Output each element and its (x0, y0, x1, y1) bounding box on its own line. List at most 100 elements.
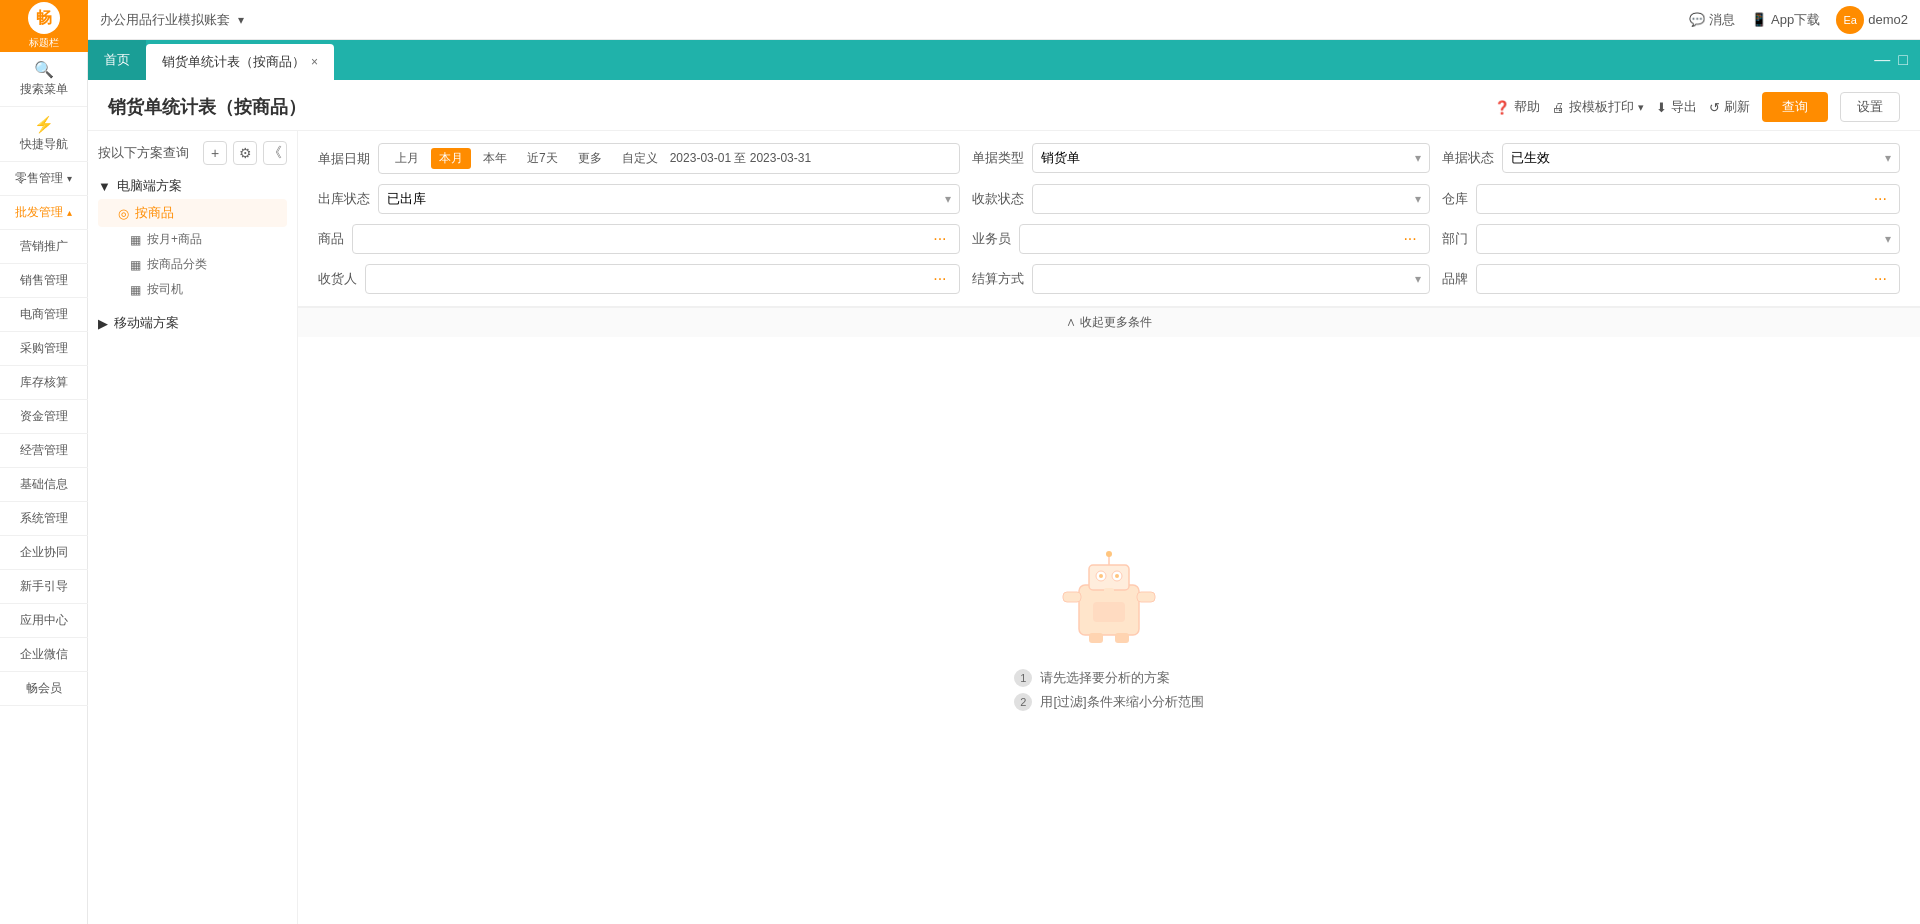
payment-field: 结算方式 ▾ (972, 264, 1430, 294)
doc-status-select[interactable]: 已生效 ▾ (1502, 143, 1900, 173)
warehouse-input[interactable]: ··· (1476, 184, 1900, 214)
edit-scheme-btn[interactable]: ⚙ (233, 141, 257, 165)
warehouse-ellipsis-btn[interactable]: ··· (1870, 190, 1891, 208)
table-icon-2: ▦ (130, 258, 141, 272)
help-btn[interactable]: ❓ 帮助 (1494, 98, 1540, 116)
receiver-input[interactable]: ··· (365, 264, 960, 294)
sidebar-item-inventory[interactable]: 库存核算 (0, 366, 88, 400)
doc-status-label: 单据状态 (1442, 149, 1494, 167)
date-picker[interactable]: 上月 本月 本年 近7天 更多 自定义 2023-03-01 至 2023-03… (378, 143, 960, 174)
collapse-bar[interactable]: ∧ 收起更多条件 (298, 307, 1920, 337)
tab-sales-stats[interactable]: 销货单统计表（按商品） × (146, 44, 334, 80)
sidebar-item-ecommerce[interactable]: 电商管理 (0, 298, 88, 332)
doc-type-select[interactable]: 销货单 ▾ (1032, 143, 1430, 173)
filter-subitem-month-product[interactable]: ▦ 按月+商品 (98, 227, 287, 252)
out-status-select[interactable]: 已出库 ▾ (378, 184, 960, 214)
date-tab-more[interactable]: 更多 (570, 148, 610, 169)
add-scheme-btn[interactable]: + (203, 141, 227, 165)
filter-section-mobile-header[interactable]: ▶ 移动端方案 (98, 310, 287, 336)
sidebar-item-wholesale[interactable]: 批发管理 ▴ (0, 196, 88, 230)
collapse-panel-btn[interactable]: 《 (263, 141, 287, 165)
logo-text: 标题栏 (29, 36, 59, 50)
warehouse-text-input[interactable] (1485, 192, 1870, 207)
topbar: 办公用品行业模拟账套 💬 消息 📱 App下载 Ea demo2 (88, 0, 1920, 40)
print-icon: 🖨 (1552, 100, 1565, 115)
product-text-input[interactable] (361, 232, 929, 247)
out-status-dropdown-icon: ▾ (945, 192, 951, 206)
sidebar-item-retail[interactable]: 零售管理 ▾ (0, 162, 88, 196)
payment-dropdown-icon: ▾ (1415, 272, 1421, 286)
sidebar-item-enterprise[interactable]: 企业协同 (0, 536, 88, 570)
salesperson-label: 业务员 (972, 230, 1011, 248)
date-tab-7days[interactable]: 近7天 (519, 148, 566, 169)
filter-panel: 按以下方案查询 + ⚙ 《 (88, 131, 298, 924)
brand-input[interactable]: ··· (1476, 264, 1900, 294)
out-status-field: 出库状态 已出库 ▾ (318, 184, 960, 214)
export-btn[interactable]: ⬇ 导出 (1656, 98, 1697, 116)
receiver-text-input[interactable] (374, 272, 929, 287)
salesperson-ellipsis-btn[interactable]: ··· (1399, 230, 1420, 248)
search-row-1: 单据日期 上月 本月 本年 近7天 更多 自定义 20 (318, 143, 1900, 174)
sidebar-item-search[interactable]: 🔍 搜索菜单 (0, 52, 87, 107)
search-icon: 🔍 (4, 60, 83, 79)
product-field: 商品 ··· (318, 224, 960, 254)
sidebar-item-finance[interactable]: 资金管理 (0, 400, 88, 434)
search-bar: 单据日期 上月 本月 本年 近7天 更多 自定义 20 (298, 131, 1920, 307)
sidebar-item-marketing[interactable]: 营销推广 (0, 230, 88, 264)
refresh-btn[interactable]: ↺ 刷新 (1709, 98, 1750, 116)
dropdown-arrow-icon[interactable] (238, 12, 244, 27)
expand-icon: ▼ (98, 179, 111, 194)
brand-text-input[interactable] (1485, 272, 1870, 287)
tab-maximize-btn[interactable]: □ (1898, 51, 1908, 69)
salesperson-input[interactable]: ··· (1019, 224, 1430, 254)
step-num-2: 2 (1014, 693, 1032, 711)
print-dropdown-icon[interactable]: ▾ (1638, 101, 1644, 114)
user-menu[interactable]: Ea demo2 (1836, 6, 1908, 34)
department-select[interactable]: ▾ (1476, 224, 1900, 254)
sidebar-item-operations[interactable]: 经营管理 (0, 434, 88, 468)
tab-minimize-btn[interactable]: — (1874, 51, 1890, 69)
sidebar-item-wechat[interactable]: 企业微信 (0, 638, 88, 672)
sidebar-item-system[interactable]: 系统管理 (0, 502, 88, 536)
print-btn[interactable]: 🖨 按模板打印 ▾ (1552, 98, 1644, 116)
table-icon-3: ▦ (130, 283, 141, 297)
sidebar-item-apps[interactable]: 应用中心 (0, 604, 88, 638)
search-row-4: 收货人 ··· 结算方式 ▾ (318, 264, 1900, 294)
tabbar-actions: — □ (1874, 51, 1920, 69)
date-tabs: 上月 本月 本年 近7天 更多 自定义 (387, 148, 666, 169)
tab-close-btn[interactable]: × (311, 55, 318, 69)
receiver-label: 收货人 (318, 270, 357, 288)
tab-home[interactable]: 首页 (88, 40, 146, 80)
product-input[interactable]: ··· (352, 224, 960, 254)
logo-icon: 畅 (28, 2, 60, 34)
filter-section-desktop-header[interactable]: ▼ 电脑端方案 (98, 173, 287, 199)
filter-item-by-product[interactable]: ◎ 按商品 (98, 199, 287, 227)
brand-ellipsis-btn[interactable]: ··· (1870, 270, 1891, 288)
sidebar-item-member[interactable]: 畅会员 (0, 672, 88, 706)
salesperson-text-input[interactable] (1028, 232, 1400, 247)
app-download-btn[interactable]: 📱 App下载 (1751, 11, 1820, 29)
receiver-ellipsis-btn[interactable]: ··· (929, 270, 950, 288)
date-tab-last-month[interactable]: 上月 (387, 148, 427, 169)
sidebar-item-quick-nav[interactable]: ⚡ 快捷导航 (0, 107, 88, 162)
department-label: 部门 (1442, 230, 1468, 248)
download-icon: 📱 (1751, 12, 1767, 27)
sidebar-item-purchase[interactable]: 采购管理 (0, 332, 88, 366)
salesperson-field: 业务员 ··· (972, 224, 1430, 254)
product-ellipsis-btn[interactable]: ··· (929, 230, 950, 248)
filter-subitem-driver[interactable]: ▦ 按司机 (98, 277, 287, 302)
date-tab-custom[interactable]: 自定义 (614, 148, 666, 169)
settings-button[interactable]: 设置 (1840, 92, 1900, 122)
query-button[interactable]: 查询 (1762, 92, 1828, 122)
svg-point-3 (1099, 574, 1103, 578)
collect-status-select[interactable]: ▾ (1032, 184, 1430, 214)
payment-select[interactable]: ▾ (1032, 264, 1430, 294)
sidebar-item-basics[interactable]: 基础信息 (0, 468, 88, 502)
date-tab-this-month[interactable]: 本月 (431, 148, 471, 169)
filter-subitem-category[interactable]: ▦ 按商品分类 (98, 252, 287, 277)
date-field: 单据日期 上月 本月 本年 近7天 更多 自定义 20 (318, 143, 960, 174)
date-tab-this-year[interactable]: 本年 (475, 148, 515, 169)
sidebar-item-sales[interactable]: 销售管理 (0, 264, 88, 298)
messages-btn[interactable]: 💬 消息 (1689, 11, 1735, 29)
sidebar-item-guide[interactable]: 新手引导 (0, 570, 88, 604)
